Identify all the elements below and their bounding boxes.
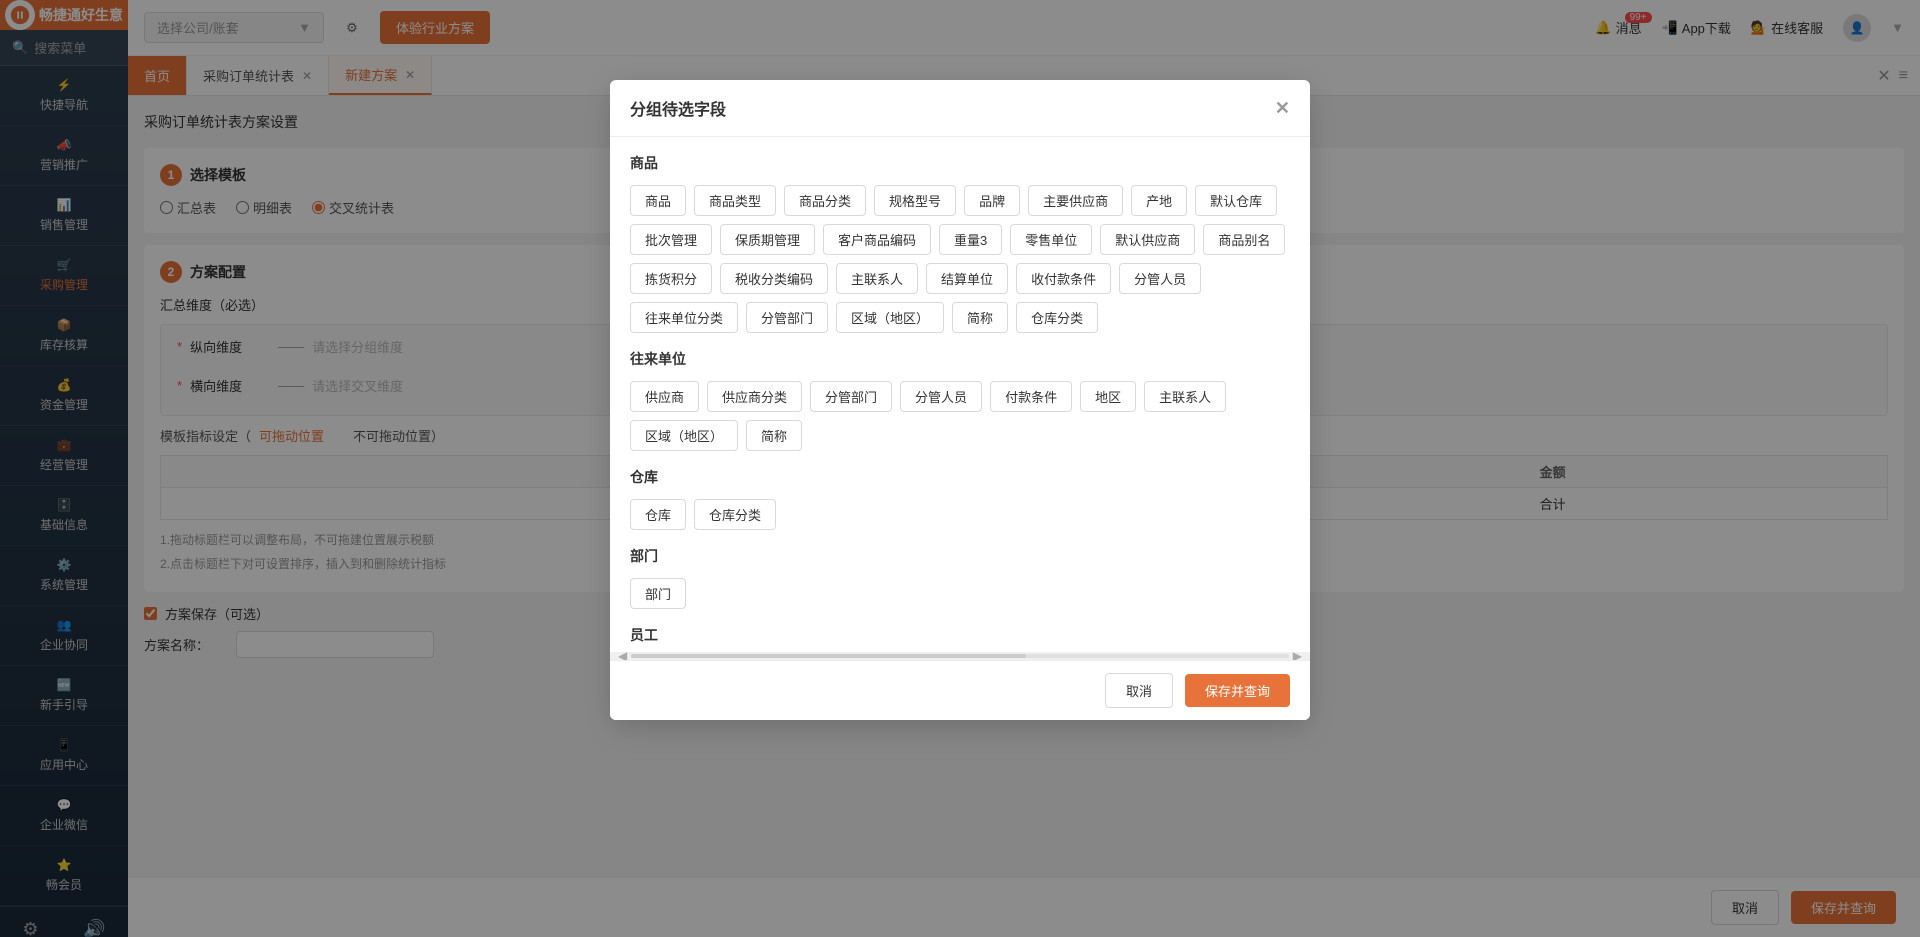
chip-warehouse-category[interactable]: 仓库分类 (1016, 302, 1098, 333)
chip-dept[interactable]: 分管部门 (746, 302, 828, 333)
modal: 分组待选字段 ✕ 商品 商品 商品类型 商品分类 规格型号 品牌 主要供应商 产… (610, 80, 1310, 720)
chip-short-name2[interactable]: 简称 (746, 420, 802, 451)
chip-short-name[interactable]: 简称 (952, 302, 1008, 333)
chip-goods-category[interactable]: 商品分类 (784, 185, 866, 216)
chip-main-contact[interactable]: 主联系人 (836, 263, 918, 294)
chip-warehouse-cat[interactable]: 仓库分类 (694, 499, 776, 530)
modal-confirm-button[interactable]: 保存并查询 (1185, 674, 1290, 707)
chip-payment-terms[interactable]: 收付款条件 (1016, 263, 1111, 294)
chip-goods-type[interactable]: 商品类型 (694, 185, 776, 216)
chip-quality-mgmt[interactable]: 保质期管理 (720, 224, 815, 255)
chip-supplier[interactable]: 供应商 (630, 381, 699, 412)
chip-settlement-unit[interactable]: 结算单位 (926, 263, 1008, 294)
chip-mgmt-person[interactable]: 分管人员 (900, 381, 982, 412)
chip-tax-category[interactable]: 税收分类编码 (720, 263, 828, 294)
chip-department[interactable]: 部门 (630, 578, 686, 609)
chip-goods-alias[interactable]: 商品别名 (1203, 224, 1285, 255)
modal-close-button[interactable]: ✕ (1275, 98, 1290, 119)
scroll-thumb[interactable] (631, 654, 1026, 658)
modal-cancel-button[interactable]: 取消 (1105, 673, 1173, 708)
chip-default-warehouse[interactable]: 默认仓库 (1195, 185, 1277, 216)
chip-default-supplier[interactable]: 默认供应商 (1100, 224, 1195, 255)
chip-pickup-points[interactable]: 拣货积分 (630, 263, 712, 294)
chip-spec-type[interactable]: 规格型号 (874, 185, 956, 216)
section-title-employee: 员工 (630, 625, 1290, 645)
chip-mgmt-dept[interactable]: 分管部门 (810, 381, 892, 412)
warehouse-chips: 仓库 仓库分类 (630, 499, 1290, 530)
modal-footer: 取消 保存并查询 (610, 660, 1310, 720)
chip-customer-code[interactable]: 客户商品编码 (823, 224, 931, 255)
chip-manager[interactable]: 分管人员 (1119, 263, 1201, 294)
chip-origin[interactable]: 产地 (1131, 185, 1187, 216)
chip-unit-category[interactable]: 往来单位分类 (630, 302, 738, 333)
chip-region[interactable]: 区域（地区） (836, 302, 944, 333)
modal-overlay: 分组待选字段 ✕ 商品 商品 商品类型 商品分类 规格型号 品牌 主要供应商 产… (0, 0, 1920, 937)
department-chips: 部门 (630, 578, 1290, 609)
chip-main-contact2[interactable]: 主联系人 (1144, 381, 1226, 412)
section-title-warehouse: 仓库 (630, 467, 1290, 487)
modal-header: 分组待选字段 ✕ (610, 80, 1310, 137)
chip-brand[interactable]: 品牌 (964, 185, 1020, 216)
chip-retail-unit[interactable]: 零售单位 (1010, 224, 1092, 255)
chip-batch-mgmt[interactable]: 批次管理 (630, 224, 712, 255)
scroll-track[interactable] (631, 654, 1289, 658)
chip-region3[interactable]: 区域（地区） (630, 420, 738, 451)
chip-region2[interactable]: 地区 (1080, 381, 1136, 412)
section-title-department: 部门 (630, 546, 1290, 566)
section-title-partner: 往来单位 (630, 349, 1290, 369)
chip-weight3[interactable]: 重量3 (939, 224, 1002, 255)
goods-chips: 商品 商品类型 商品分类 规格型号 品牌 主要供应商 产地 默认仓库 批次管理 … (630, 185, 1290, 333)
chip-goods[interactable]: 商品 (630, 185, 686, 216)
chip-main-supplier[interactable]: 主要供应商 (1028, 185, 1123, 216)
modal-title: 分组待选字段 (630, 96, 726, 120)
chip-supplier-category[interactable]: 供应商分类 (707, 381, 802, 412)
chip-warehouse[interactable]: 仓库 (630, 499, 686, 530)
partner-chips: 供应商 供应商分类 分管部门 分管人员 付款条件 地区 主联系人 区域（地区） … (630, 381, 1290, 451)
section-title-goods: 商品 (630, 153, 1290, 173)
modal-horizontal-scrollbar[interactable]: ◀ ▶ (610, 652, 1310, 660)
chip-pay-terms[interactable]: 付款条件 (990, 381, 1072, 412)
modal-body[interactable]: 商品 商品 商品类型 商品分类 规格型号 品牌 主要供应商 产地 默认仓库 批次… (610, 137, 1310, 652)
